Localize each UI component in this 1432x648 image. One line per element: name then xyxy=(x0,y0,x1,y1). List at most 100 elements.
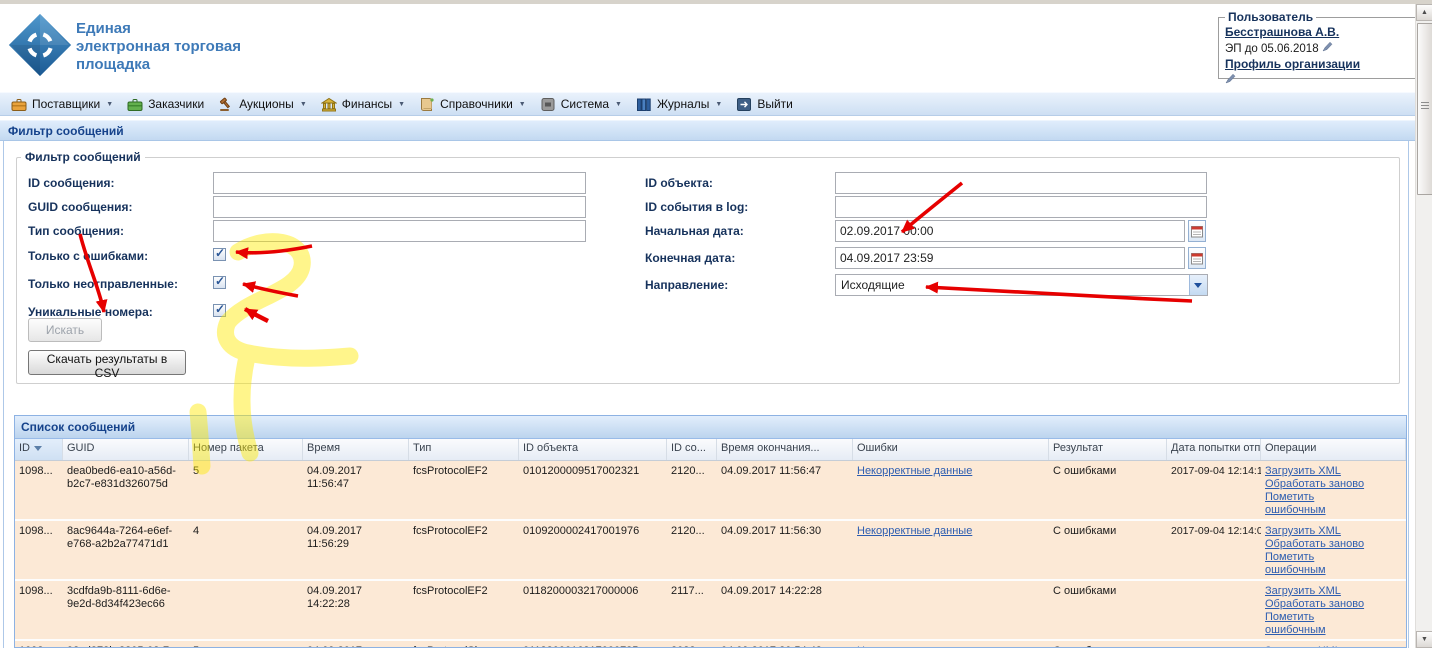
scrollbar-thumb[interactable] xyxy=(1417,23,1432,195)
start-date-label: Начальная дата: xyxy=(645,224,744,238)
log-event-id-input[interactable] xyxy=(835,196,1207,218)
operation-link[interactable]: Обработать заново xyxy=(1265,478,1365,491)
cell-end_time: 04.09.2017 20:54:48 xyxy=(717,641,853,647)
grid-header-row: ID GUID Номер пакета Время Тип ID объекта ID с… xyxy=(15,439,1406,461)
unique-numbers-checkbox[interactable] xyxy=(213,302,226,317)
cell-guid: 98cd378b-8805-08-7... xyxy=(63,641,189,647)
cell-operations: Загрузить XMLОбработать зановоПометить о… xyxy=(1261,641,1406,647)
cell-guid: dea0bed6-ea10-a56d-b2c7-e831d326075d xyxy=(67,465,176,490)
cell-object_id: 0118200003217000006 xyxy=(523,585,639,597)
object-id-label: ID объекта: xyxy=(645,176,713,190)
operation-link[interactable]: Загрузить XML xyxy=(1265,525,1365,538)
cell-errors: Некорректные данные xyxy=(853,641,1049,647)
direction-value: Исходящие xyxy=(841,278,905,292)
cell-guid: 8ac9644a-7264-e6ef-e768-a2b2a77471d1 xyxy=(67,525,173,550)
cell-object_id: 0101200009517002321 xyxy=(523,465,640,477)
column-header-label: Операции xyxy=(1265,442,1317,454)
cell-end_time: 04.09.2017 14:22:28 xyxy=(721,585,822,597)
column-header-attempt_date[interactable]: Дата попытки отп... xyxy=(1167,439,1261,460)
chevron-down-icon[interactable] xyxy=(1189,275,1207,295)
cell-attempt_date xyxy=(1167,581,1261,639)
cell-attempt_date xyxy=(1167,641,1261,647)
message-guid-input[interactable] xyxy=(213,196,586,218)
cell-result: С ошибками xyxy=(1053,465,1117,477)
column-header-label: Время окончания... xyxy=(721,442,820,454)
column-header-errors[interactable]: Ошибки xyxy=(853,439,1049,460)
cell-result: С ошибками xyxy=(1053,585,1117,597)
scroll-up-button[interactable]: ▲ xyxy=(1416,4,1432,21)
table-row: 1098...98cd378b-8805-08-7...504.09.2017f… xyxy=(15,641,1406,647)
cell-packet: 4 xyxy=(193,525,200,537)
cell-object_id: 0118200016317000785 xyxy=(519,641,667,647)
cell-id: 1098... xyxy=(15,641,63,647)
calendar-icon xyxy=(1191,252,1203,264)
cell-operations: Загрузить XMLОбработать зановоПометить о… xyxy=(1261,581,1406,639)
operation-link[interactable]: Загрузить XML xyxy=(1265,585,1365,598)
unique-numbers-label: Уникальные номера: xyxy=(28,305,153,319)
column-header-operations[interactable]: Операции xyxy=(1261,439,1406,460)
start-date-input[interactable] xyxy=(835,220,1185,242)
grid-title: Список сообщений xyxy=(15,416,1406,439)
application-window: Единая электронная торговая площадка Пол… xyxy=(0,0,1432,648)
download-csv-button[interactable]: Скачать результаты в CSV xyxy=(28,350,186,380)
direction-select[interactable]: Исходящие xyxy=(835,274,1208,296)
only-unsent-label: Только неотправленные: xyxy=(28,277,178,291)
operation-link[interactable]: Обработать заново xyxy=(1265,538,1365,551)
only-unsent-checkbox[interactable] xyxy=(213,274,226,289)
column-header-id_so[interactable]: ID со... xyxy=(667,439,717,460)
operation-link[interactable]: Пометить ошибочным xyxy=(1265,491,1365,517)
vertical-scrollbar[interactable]: ▲ ▼ xyxy=(1415,4,1432,648)
column-header-label: Тип xyxy=(413,442,432,454)
column-header-label: Номер пакета xyxy=(193,442,264,454)
end-date-label: Конечная дата: xyxy=(645,251,736,265)
cell-id_so: 2082... xyxy=(667,641,717,647)
end-date-input[interactable] xyxy=(835,247,1185,269)
cell-type: fcsProtocolSi... xyxy=(409,641,519,647)
column-header-time[interactable]: Время xyxy=(303,439,409,460)
table-row: 1098... dea0bed6-ea10-a56d-b2c7-e831d3260… xyxy=(15,461,1406,521)
column-header-packet[interactable]: Номер пакета xyxy=(189,439,303,460)
operation-link[interactable]: Пометить ошибочным xyxy=(1265,551,1365,577)
cell-type: fcsProtocolEF2 xyxy=(413,585,488,597)
cell-id_so: 2120... xyxy=(671,465,705,477)
cell-time: 04.09.2017 xyxy=(303,641,409,647)
only-errors-label: Только с ошибками: xyxy=(28,249,149,263)
calendar-button[interactable] xyxy=(1188,247,1206,269)
operation-link[interactable]: Обработать заново xyxy=(1265,598,1365,611)
cell-operations: Загрузить XMLОбработать зановоПометить о… xyxy=(1261,461,1406,519)
cell-id_so: 2117... xyxy=(671,585,704,597)
scrollbar-grip xyxy=(1421,102,1429,110)
message-id-input[interactable] xyxy=(213,172,586,194)
only-errors-checkbox[interactable] xyxy=(213,246,226,261)
cell-time: 04.09.2017 11:56:29 xyxy=(307,525,363,550)
scroll-down-button[interactable]: ▼ xyxy=(1416,631,1432,648)
calendar-button[interactable] xyxy=(1188,220,1206,242)
operation-link[interactable]: Пометить ошибочным xyxy=(1265,611,1365,637)
table-row: 1098... 3cdfda9b-8111-6d6e-9e2d-8d34f423e… xyxy=(15,581,1406,641)
cell-type: fcsProtocolEF2 xyxy=(413,465,488,477)
message-id-label: ID сообщения: xyxy=(28,176,115,190)
search-button[interactable]: Искать xyxy=(28,318,102,342)
object-id-input[interactable] xyxy=(835,172,1207,194)
column-header-object_id[interactable]: ID объекта xyxy=(519,439,667,460)
operation-link[interactable]: Загрузить XML xyxy=(1265,465,1365,478)
cell-time: 04.09.2017 11:56:47 xyxy=(307,465,363,490)
column-header-type[interactable]: Тип xyxy=(409,439,519,460)
cell-errors: Некорректные данные xyxy=(853,461,1049,519)
message-type-input[interactable] xyxy=(213,220,586,242)
column-header-label: Ошибки xyxy=(857,442,898,454)
column-header-label: Дата попытки отп... xyxy=(1171,442,1261,454)
column-header-label: ID со... xyxy=(671,442,706,454)
column-header-guid[interactable]: GUID xyxy=(63,439,189,460)
error-details-link[interactable]: Некорректные данные xyxy=(857,465,972,477)
error-details-link[interactable]: Некорректные данные xyxy=(857,525,972,537)
cell-result: С ошибками xyxy=(1049,641,1167,647)
column-header-end_time[interactable]: Время окончания... xyxy=(717,439,853,460)
column-header-result[interactable]: Результат xyxy=(1049,439,1167,460)
cell-id: 1098... xyxy=(19,585,53,597)
sort-desc-icon xyxy=(34,445,42,451)
column-header-id[interactable]: ID xyxy=(15,439,63,460)
cell-errors xyxy=(853,581,1049,639)
cell-end_time: 04.09.2017 11:56:30 xyxy=(721,525,822,537)
cell-object_id: 0109200002417001976 xyxy=(523,525,640,537)
